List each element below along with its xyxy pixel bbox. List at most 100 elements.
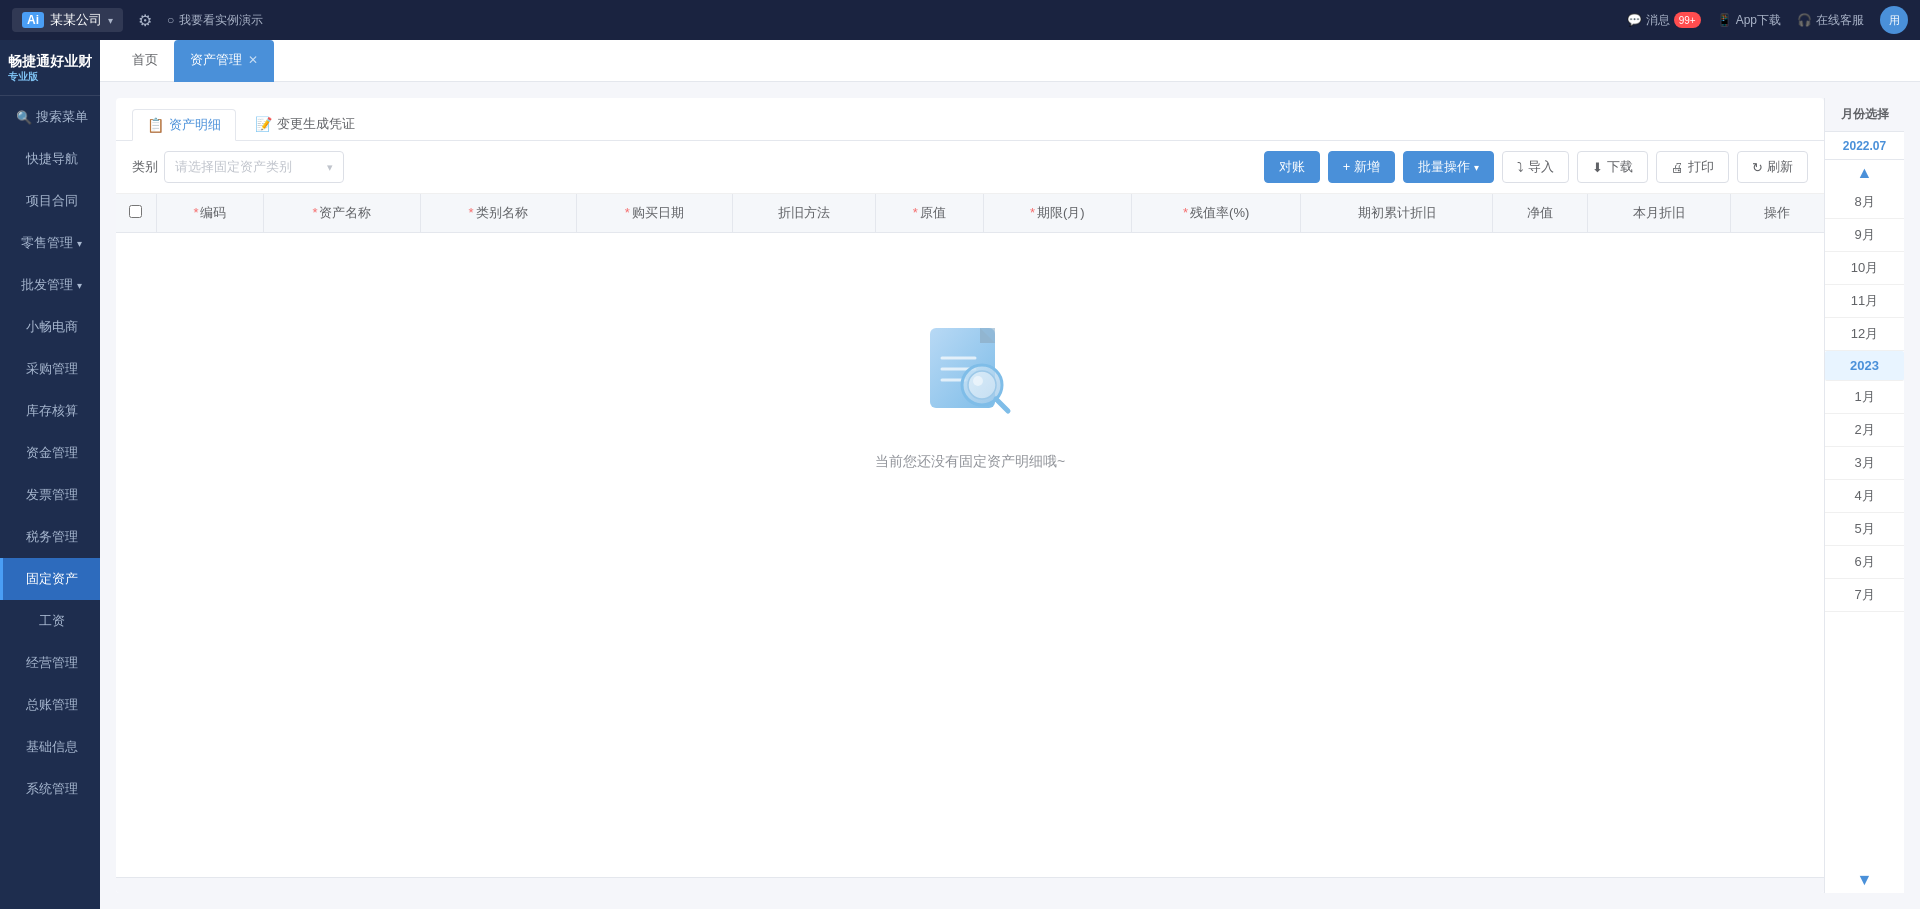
online-service-button[interactable]: 🎧 在线客服: [1797, 12, 1864, 29]
th-checkbox: [116, 194, 156, 233]
month-item[interactable]: 12月: [1825, 318, 1904, 351]
month-item[interactable]: 9月: [1825, 219, 1904, 252]
message-button[interactable]: 💬 消息 99+: [1627, 12, 1701, 29]
month-item[interactable]: 7月: [1825, 579, 1904, 612]
month-list: 8月9月10月11月12月20231月2月3月4月5月6月7月: [1825, 186, 1904, 867]
month-item[interactable]: 6月: [1825, 546, 1904, 579]
empty-message: 当前您还没有固定资产明细哦~: [875, 453, 1065, 471]
sidebar-item-ecommerce[interactable]: 小畅电商: [0, 306, 100, 348]
month-item[interactable]: 8月: [1825, 186, 1904, 219]
print-icon: 🖨: [1671, 160, 1684, 175]
asset-detail-icon: 📋: [147, 117, 164, 133]
sidebar: 畅捷通好业财 专业版 🔍 搜索菜单 快捷导航 项目合同 零售管理 ▾ 批发管理 …: [0, 40, 100, 909]
app-icon: 📱: [1717, 13, 1732, 27]
sub-tab-change-voucher-label: 变更生成凭证: [277, 115, 355, 133]
tab-close-icon[interactable]: ✕: [248, 53, 258, 67]
month-item[interactable]: 2023: [1825, 351, 1904, 381]
sidebar-item-search[interactable]: 🔍 搜索菜单: [0, 96, 100, 138]
sub-tab-asset-detail[interactable]: 📋 资产明细: [132, 109, 236, 141]
avatar-text: 用: [1889, 13, 1900, 28]
tab-asset-management[interactable]: 资产管理 ✕: [174, 40, 274, 82]
refresh-label: 刷新: [1767, 158, 1793, 176]
th-residual-rate-label: 残值率(%): [1190, 205, 1249, 220]
import-button[interactable]: ⤵ 导入: [1502, 151, 1569, 183]
month-item[interactable]: 2月: [1825, 414, 1904, 447]
category-filter: 类别 请选择固定资产类别 ▾: [132, 151, 344, 183]
th-name-label: 资产名称: [319, 205, 371, 220]
category-select-input[interactable]: 请选择固定资产类别 ▾: [164, 151, 344, 183]
th-method: 折旧方法: [732, 194, 875, 233]
import-icon: ⤵: [1517, 160, 1524, 175]
select-arrow-icon: ▾: [327, 161, 333, 174]
sidebar-fixed-asset-label: 固定资产: [26, 570, 78, 588]
app-name: 畅捷通好业财: [8, 52, 92, 70]
sidebar-item-management[interactable]: 经营管理: [0, 642, 100, 684]
wholesale-arrow-icon: ▾: [77, 280, 82, 291]
demo-icon: ○: [167, 13, 174, 27]
sidebar-item-tax[interactable]: 税务管理: [0, 516, 100, 558]
sidebar-item-project[interactable]: 项目合同: [0, 180, 100, 222]
sidebar-item-basic-info[interactable]: 基础信息: [0, 726, 100, 768]
sub-tabs: 📋 资产明细 📝 变更生成凭证: [116, 98, 1824, 141]
demo-button[interactable]: ○ 我要看实例演示: [167, 12, 263, 29]
add-button[interactable]: + 新增: [1328, 151, 1395, 183]
download-label: 下载: [1607, 158, 1633, 176]
category-placeholder: 请选择固定资产类别: [175, 158, 292, 176]
th-purchase-date-label: 购买日期: [632, 205, 684, 220]
th-period: *期限(月): [983, 194, 1131, 233]
sidebar-item-purchase[interactable]: 采购管理: [0, 348, 100, 390]
print-button[interactable]: 🖨 打印: [1656, 151, 1729, 183]
company-selector[interactable]: Ai 某某公司 ▾: [12, 8, 123, 32]
sidebar-item-retail[interactable]: 零售管理 ▾: [0, 222, 100, 264]
month-item[interactable]: 4月: [1825, 480, 1904, 513]
sidebar-item-invoice[interactable]: 发票管理: [0, 474, 100, 516]
table-header-row: *编码 *资产名称 *类别名称 *购买日期 折旧方法 *原值 *期限(月) *残…: [116, 194, 1824, 233]
batch-button[interactable]: 批量操作 ▾: [1403, 151, 1494, 183]
settings-button[interactable]: ⚙: [131, 6, 159, 34]
sidebar-item-inventory[interactable]: 库存核算: [0, 390, 100, 432]
th-code: *编码: [156, 194, 264, 233]
headphone-icon: 🎧: [1797, 13, 1812, 27]
print-label: 打印: [1688, 158, 1714, 176]
demo-label: 我要看实例演示: [179, 12, 263, 29]
app-download-button[interactable]: 📱 App下载: [1717, 12, 1781, 29]
th-net-value: 净值: [1492, 194, 1587, 233]
bottom-scroll[interactable]: [116, 877, 1824, 893]
sidebar-item-finance[interactable]: 资金管理: [0, 432, 100, 474]
reconcile-button[interactable]: 对账: [1264, 151, 1320, 183]
sidebar-quick-nav-label: 快捷导航: [26, 150, 78, 168]
month-item[interactable]: 3月: [1825, 447, 1904, 480]
month-up-button[interactable]: ▲: [1825, 160, 1904, 186]
refresh-button[interactable]: ↻ 刷新: [1737, 151, 1808, 183]
sidebar-inventory-label: 库存核算: [26, 402, 78, 420]
sidebar-item-wholesale[interactable]: 批发管理 ▾: [0, 264, 100, 306]
sidebar-purchase-label: 采购管理: [26, 360, 78, 378]
user-avatar[interactable]: 用: [1880, 6, 1908, 34]
sidebar-item-fixed-asset[interactable]: 固定资产: [0, 558, 100, 600]
asset-table: *编码 *资产名称 *类别名称 *购买日期 折旧方法 *原值 *期限(月) *残…: [116, 194, 1824, 233]
month-item[interactable]: 1月: [1825, 381, 1904, 414]
tab-home[interactable]: 首页: [116, 40, 174, 82]
select-all-checkbox[interactable]: [129, 205, 142, 218]
sidebar-item-system[interactable]: 系统管理: [0, 768, 100, 810]
sidebar-item-general-ledger[interactable]: 总账管理: [0, 684, 100, 726]
sidebar-project-label: 项目合同: [26, 192, 78, 210]
th-original-value-label: 原值: [920, 205, 946, 220]
sidebar-finance-label: 资金管理: [26, 444, 78, 462]
sub-tab-change-voucher[interactable]: 📝 变更生成凭证: [240, 108, 370, 140]
sidebar-item-quick-nav[interactable]: 快捷导航: [0, 138, 100, 180]
month-item[interactable]: 10月: [1825, 252, 1904, 285]
online-service-label: 在线客服: [1816, 12, 1864, 29]
sidebar-item-salary[interactable]: 工资: [0, 600, 100, 642]
svg-line-8: [996, 399, 1008, 411]
asset-table-wrap: *编码 *资产名称 *类别名称 *购买日期 折旧方法 *原值 *期限(月) *残…: [116, 194, 1824, 877]
batch-chevron-icon: ▾: [1474, 162, 1479, 173]
month-down-button[interactable]: ▼: [1825, 867, 1904, 893]
month-item[interactable]: 5月: [1825, 513, 1904, 546]
download-button[interactable]: ⬇ 下载: [1577, 151, 1648, 183]
th-category: *类别名称: [420, 194, 576, 233]
th-accumulated: 期初累计折旧: [1301, 194, 1492, 233]
nav-tabs: 首页 资产管理 ✕: [100, 40, 1920, 82]
month-item[interactable]: 11月: [1825, 285, 1904, 318]
change-voucher-icon: 📝: [255, 116, 272, 132]
